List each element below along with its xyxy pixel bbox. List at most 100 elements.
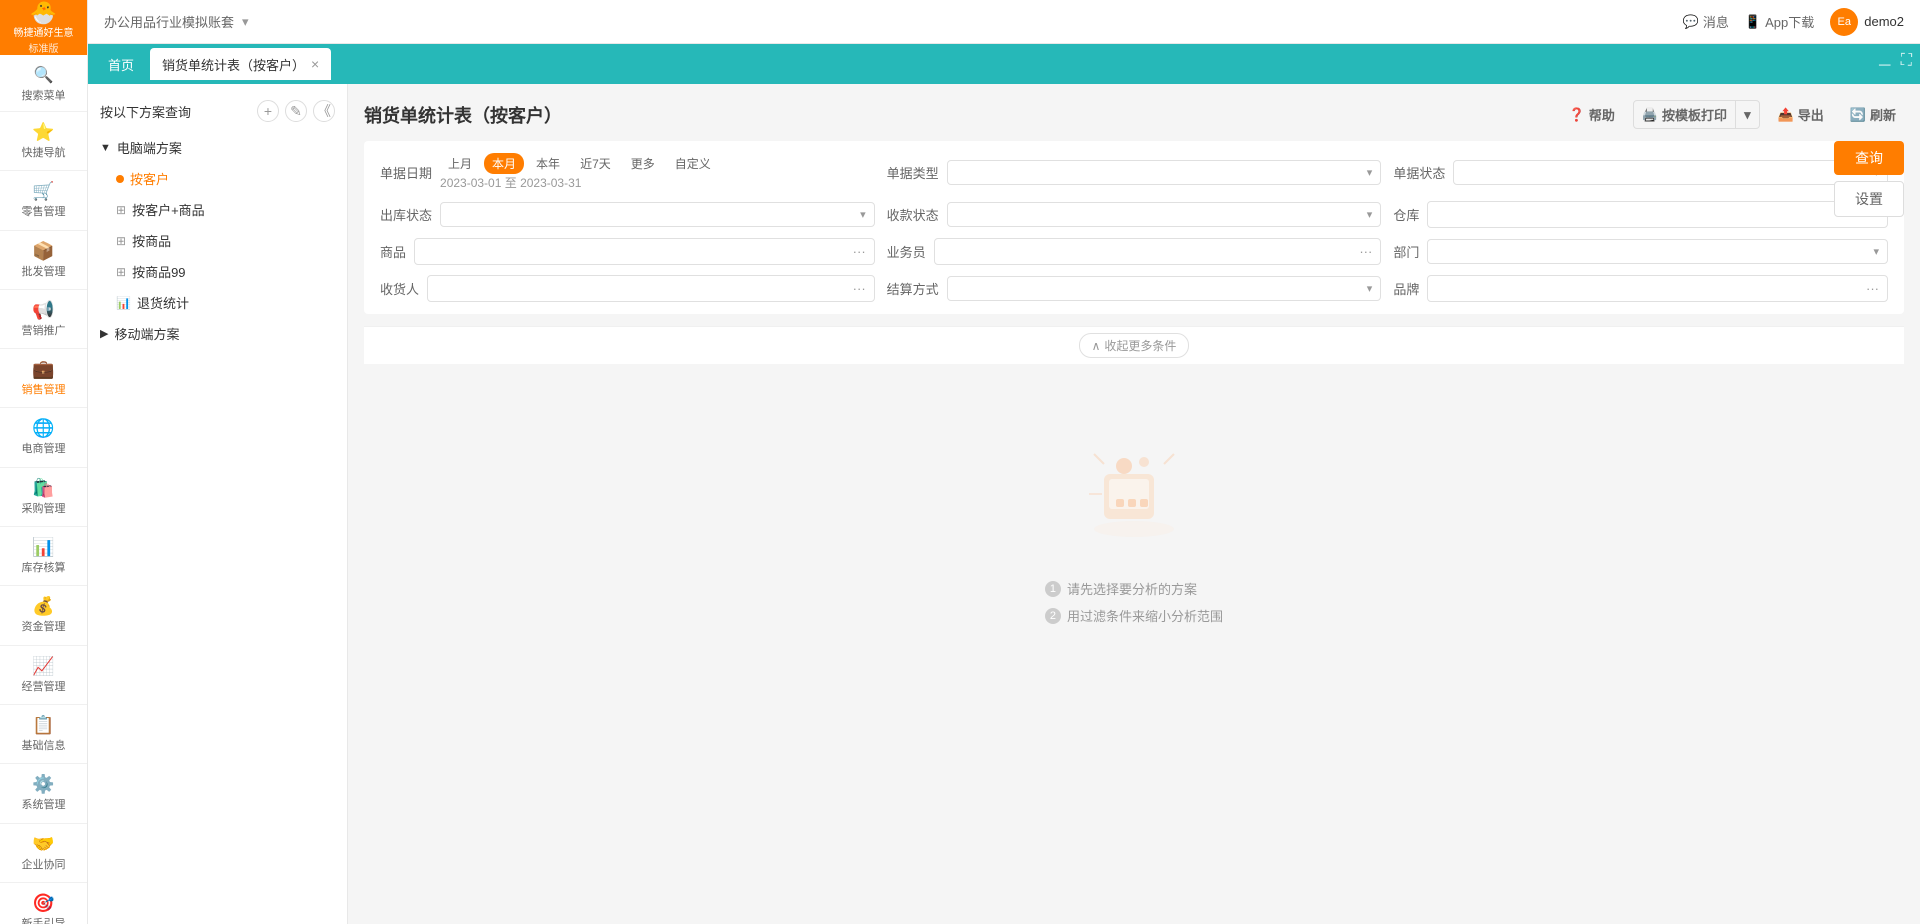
sidebar-item-enterprise[interactable]: 🤝 企业协同: [0, 824, 87, 883]
consignee-select[interactable]: ···: [427, 275, 875, 302]
sidebar-item-ecommerce[interactable]: 🌐 电商管理: [0, 408, 87, 467]
sidebar-item-system[interactable]: ⚙️ 系统管理: [0, 764, 87, 823]
dept-select[interactable]: ▾: [1427, 239, 1888, 264]
app-logo[interactable]: 🐣 畅捷通好生意 标准版: [0, 0, 88, 55]
consignee-cell: 收货人 ···: [380, 275, 875, 302]
ship-status-select[interactable]: ▾: [440, 202, 875, 227]
date-tab-this-month[interactable]: 本月: [484, 153, 524, 174]
nav-icon: ⭐: [32, 122, 54, 143]
guide-icon: 🎯: [32, 893, 54, 914]
tree-item-return[interactable]: 📊 退货统计: [100, 287, 347, 318]
sidebar-quick-nav[interactable]: ⭐ 快捷导航: [0, 112, 87, 171]
pay-status-select[interactable]: ▾: [947, 202, 1382, 227]
empty-illustration: [1074, 444, 1194, 563]
finance-label: 资金管理: [22, 620, 66, 634]
filter-row-1: 单据日期 上月 本月 本年 近7天 更多 自定义 20: [380, 153, 1888, 191]
edit-scheme-btn[interactable]: ✎: [285, 100, 307, 122]
empty-state: 1 请先选择要分析的方案 2 用过滤条件来缩小分析范围: [364, 364, 1904, 713]
settlement-select[interactable]: ▾: [947, 276, 1382, 301]
sidebar-item-retail[interactable]: 🛒 零售管理: [0, 171, 87, 230]
tree-item-by-customer[interactable]: 按客户: [100, 163, 347, 194]
export-label: 导出: [1798, 105, 1824, 124]
tab-active[interactable]: 销货单统计表（按客户） ×: [150, 48, 331, 80]
page-title-bar: 销货单统计表（按客户） ❓ 帮助 🖨️ 按模板打印 ▾: [364, 100, 1904, 129]
order-type-label: 单据类型: [887, 163, 939, 182]
add-scheme-btn[interactable]: +: [257, 100, 279, 122]
refresh-btn[interactable]: 🔄 刷新: [1842, 101, 1904, 128]
order-status-select[interactable]: ▾: [1453, 160, 1888, 185]
settings-btn[interactable]: 设置: [1834, 181, 1904, 217]
tab-close-btn[interactable]: ×: [311, 57, 319, 71]
export-btn[interactable]: 📤 导出: [1770, 101, 1832, 128]
guide-label: 新手引导: [22, 917, 66, 924]
left-panel: 按以下方案查询 + ✎ 《 ▼ 电脑端方案: [88, 84, 348, 924]
date-tab-this-year[interactable]: 本年: [528, 153, 568, 174]
date-tab-more[interactable]: 更多: [623, 153, 663, 174]
warehouse-select[interactable]: ···: [1427, 201, 1888, 228]
tree-item-label: 按商品99: [132, 262, 185, 281]
tree-item-by-product99[interactable]: ⊞ 按商品99: [100, 256, 347, 287]
active-dot: [116, 175, 124, 183]
tab-maximize-btn[interactable]: ⛶: [1901, 52, 1912, 76]
sidebar-item-inventory[interactable]: 📊 库存核算: [0, 527, 87, 586]
finance-icon: 💰: [32, 596, 54, 617]
enterprise-label: 企业协同: [22, 858, 66, 872]
ship-status-arrow: ▾: [860, 208, 866, 221]
system-icon: ⚙️: [32, 774, 54, 795]
empty-svg: [1074, 444, 1194, 544]
sidebar-item-purchase[interactable]: 🛍️ 采购管理: [0, 468, 87, 527]
home-tab-label: 首页: [108, 55, 134, 74]
sidebar-item-wholesale[interactable]: 📦 批发管理: [0, 231, 87, 290]
download-label: App下载: [1765, 12, 1814, 31]
main-area: 办公用品行业模拟账套 ▾ 💬 消息 📱 App下载 Ea demo2 首页: [88, 0, 1920, 924]
date-tab-7days[interactable]: 近7天: [572, 153, 619, 174]
search-label: 搜索菜单: [22, 87, 66, 103]
brand-select[interactable]: ···: [1427, 275, 1888, 302]
date-tab-last-month[interactable]: 上月: [440, 153, 480, 174]
query-btn[interactable]: 查询: [1834, 141, 1904, 175]
order-type-select[interactable]: ▾: [947, 160, 1382, 185]
wholesale-icon: 📦: [32, 241, 54, 262]
tab-minimize-btn[interactable]: －: [1877, 52, 1893, 76]
warehouse-label: 仓库: [1393, 205, 1419, 224]
order-status-cell: 单据状态 ▾: [1393, 160, 1888, 185]
pay-status-label: 收款状态: [887, 205, 939, 224]
tree-children: 按客户 ⊞ 按客户+商品 ⊞ 按商品 ⊞ 按商品99 📊 退货统计: [88, 163, 347, 318]
sidebar-item-operations[interactable]: 📈 经营管理: [0, 646, 87, 705]
date-tab-custom[interactable]: 自定义: [667, 153, 719, 174]
sidebar-item-guide[interactable]: 🎯 新手引导: [0, 883, 87, 924]
tree-item-by-customer-product[interactable]: ⊞ 按客户+商品: [100, 194, 347, 225]
help-btn[interactable]: ❓ 帮助: [1561, 101, 1623, 128]
tree-mobile-group[interactable]: ▶ 移动端方案: [88, 318, 347, 349]
avatar-text: Ea: [1838, 16, 1851, 28]
tab-home[interactable]: 首页: [96, 48, 146, 80]
sidebar-item-sales[interactable]: 💼 销售管理: [0, 349, 87, 408]
message-btn[interactable]: 💬 消息: [1683, 12, 1729, 31]
print-dropdown-btn[interactable]: ▾: [1736, 103, 1759, 127]
user-area[interactable]: Ea demo2: [1830, 8, 1904, 36]
print-btn[interactable]: 🖨️ 按模板打印: [1634, 101, 1736, 128]
salesperson-select[interactable]: ···: [934, 238, 1382, 265]
basic-label: 基础信息: [22, 739, 66, 753]
date-filter-cell: 单据日期 上月 本月 本年 近7天 更多 自定义 20: [380, 153, 875, 191]
product-select[interactable]: ···: [414, 238, 875, 265]
sidebar-search[interactable]: 🔍 搜索菜单: [0, 55, 87, 112]
tree-desktop-group[interactable]: ▼ 电脑端方案: [88, 132, 347, 163]
tab-bar: 首页 销货单统计表（按客户） × － ⛶: [88, 44, 1920, 84]
brand-dots: ···: [1866, 281, 1879, 296]
tree-mobile-label: 移动端方案: [114, 324, 179, 343]
collapse-more-bar: ∧ 收起更多条件: [364, 326, 1904, 364]
sales-icon: 💼: [32, 359, 54, 380]
empty-tip-1: 1 请先选择要分析的方案: [1045, 579, 1223, 598]
sidebar-item-basic[interactable]: 📋 基础信息: [0, 705, 87, 764]
collapse-panel-btn[interactable]: 《: [313, 100, 335, 122]
page-title-actions: ❓ 帮助 🖨️ 按模板打印 ▾: [1561, 100, 1904, 129]
date-range: 2023-03-01 至 2023-03-31: [440, 174, 875, 191]
dropdown-arrow-icon[interactable]: ▾: [242, 14, 249, 30]
tree-item-by-product[interactable]: ⊞ 按商品: [100, 225, 347, 256]
sidebar-item-finance[interactable]: 💰 资金管理: [0, 586, 87, 645]
top-header-right: 💬 消息 📱 App下载 Ea demo2: [1683, 8, 1904, 36]
collapse-more-btn[interactable]: ∧ 收起更多条件: [1079, 333, 1190, 358]
app-download-btn[interactable]: 📱 App下载: [1745, 12, 1814, 31]
sidebar-item-marketing[interactable]: 📢 营销推广: [0, 290, 87, 349]
